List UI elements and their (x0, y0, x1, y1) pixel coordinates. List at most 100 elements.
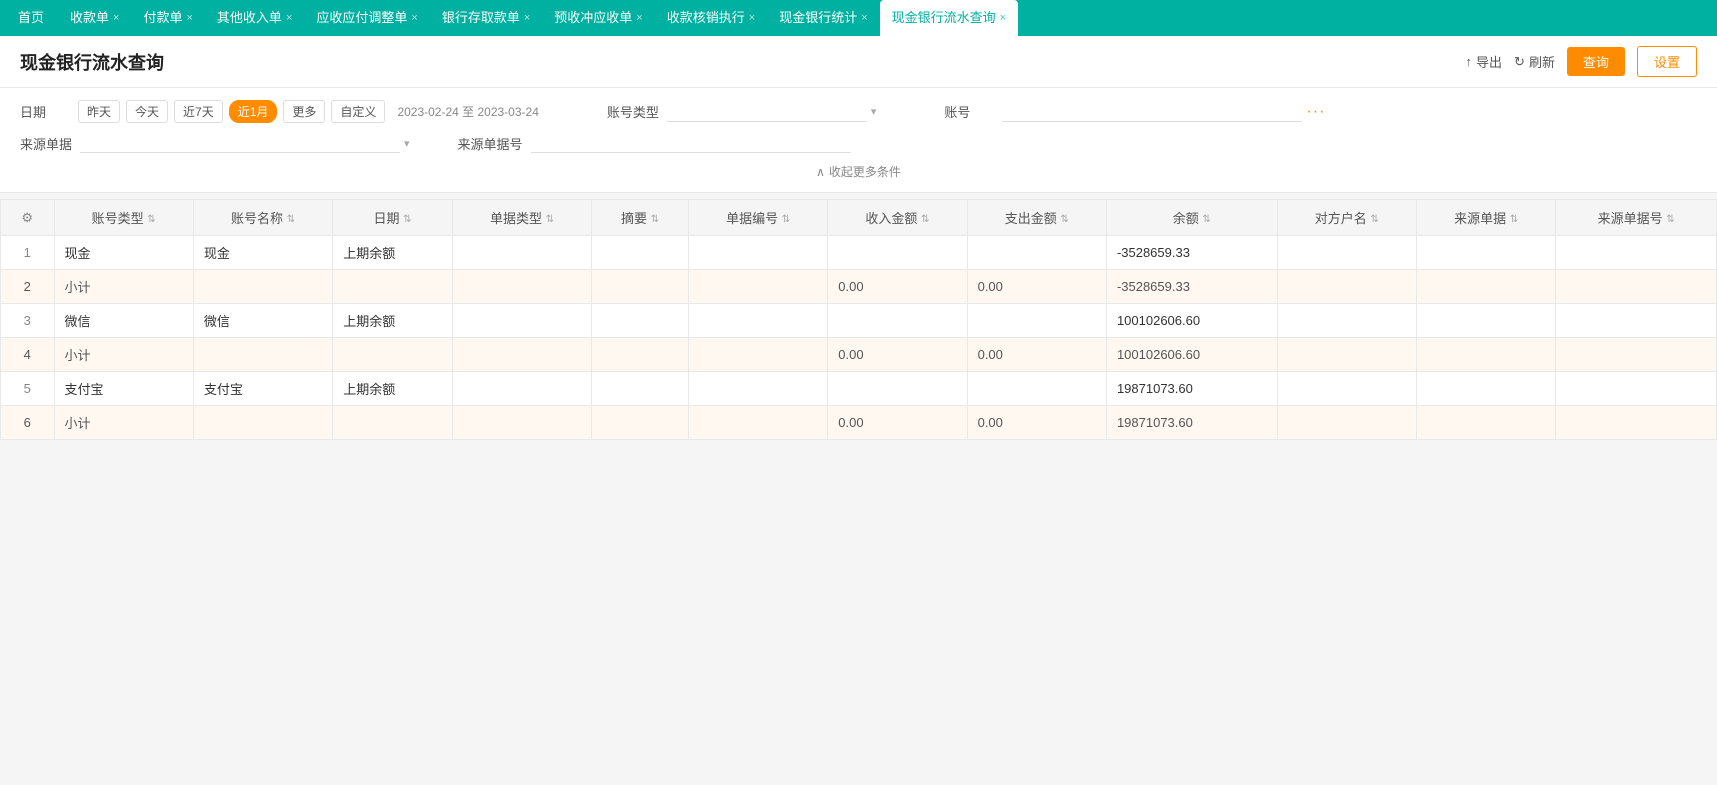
table-cell (688, 338, 827, 372)
table-cell: 小计 (54, 338, 193, 372)
table-cell (592, 406, 689, 440)
table-cell (688, 406, 827, 440)
chevron-down-icon: ▾ (871, 105, 877, 118)
table-cell (828, 372, 967, 406)
th-doc-type[interactable]: 单据类型 ⇅ (452, 200, 591, 236)
source-doc-no-input[interactable] (531, 133, 851, 153)
th-doc-no[interactable]: 单据编号 ⇅ (688, 200, 827, 236)
table-cell (688, 372, 827, 406)
export-icon: ↑ (1466, 54, 1473, 69)
table-cell: 0.00 (828, 338, 967, 372)
table-cell (592, 372, 689, 406)
nav-item-fukuandan[interactable]: 付款单 × (131, 0, 204, 36)
table-row[interactable]: 6小计0.000.0019871073.60 (1, 406, 1717, 440)
th-balance[interactable]: 余额 ⇅ (1106, 200, 1277, 236)
sort-icon: ⇅ (1060, 214, 1068, 225)
table-cell: 6 (1, 406, 55, 440)
source-doc-select[interactable] (80, 133, 400, 153)
account-no-input[interactable] (1002, 102, 1302, 122)
nav-item-xianjinliushui[interactable]: 现金银行流水查询 × (880, 0, 1018, 36)
table-cell (1556, 236, 1717, 270)
table-cell (688, 304, 827, 338)
th-source-doc-no[interactable]: 来源单据号 ⇅ (1556, 200, 1717, 236)
table-cell (452, 406, 591, 440)
th-date[interactable]: 日期 ⇅ (333, 200, 453, 236)
gear-icon[interactable]: ⚙ (21, 210, 33, 225)
date-btn-custom[interactable]: 自定义 (331, 100, 385, 123)
table-row[interactable]: 1现金现金上期余额-3528659.33 (1, 236, 1717, 270)
th-income[interactable]: 收入金额 ⇅ (828, 200, 967, 236)
nav-item-yingshoutiaozheng[interactable]: 应收应付调整单 × (304, 0, 429, 36)
table-cell: 微信 (54, 304, 193, 338)
table-cell: 支付宝 (54, 372, 193, 406)
table-cell (193, 406, 332, 440)
table-cell: 1 (1, 236, 55, 270)
table-cell (1416, 236, 1555, 270)
source-doc-select-wrapper: ▾ (80, 133, 410, 153)
close-icon[interactable]: × (636, 0, 642, 36)
th-expense[interactable]: 支出金额 ⇅ (967, 200, 1106, 236)
sort-icon: ⇅ (921, 214, 929, 225)
chevron-down-icon: ▾ (404, 137, 410, 150)
close-icon[interactable]: × (113, 0, 119, 36)
table-cell (333, 338, 453, 372)
table-cell: 0.00 (967, 270, 1106, 304)
table-cell (1277, 372, 1416, 406)
table-cell: 现金 (54, 236, 193, 270)
settings-button[interactable]: 设置 (1637, 46, 1697, 77)
date-btn-today[interactable]: 今天 (126, 100, 168, 123)
dots-button[interactable]: ··· (1306, 103, 1325, 121)
table-cell (828, 236, 967, 270)
close-icon[interactable]: × (286, 0, 292, 36)
table-row[interactable]: 3微信微信上期余额100102606.60 (1, 304, 1717, 338)
sort-icon: ⇅ (546, 214, 554, 225)
query-button[interactable]: 查询 (1567, 47, 1625, 76)
nav-item-yushouzhonying[interactable]: 预收冲应收单 × (542, 0, 654, 36)
account-type-select[interactable]: 现金 微信 支付宝 (667, 102, 867, 122)
chevron-up-icon: ∧ (816, 165, 825, 179)
table-cell: 小计 (54, 406, 193, 440)
account-type-select-wrapper: 现金 微信 支付宝 ▾ (667, 102, 877, 122)
close-icon[interactable]: × (186, 0, 192, 36)
nav-item-qitashouru[interactable]: 其他收入单 × (205, 0, 304, 36)
data-table-container: ⚙ 账号类型 ⇅ 账号名称 ⇅ 日期 ⇅ 单据类型 ⇅ (0, 199, 1717, 440)
table-cell (452, 304, 591, 338)
nav-item-yinhangcunqu[interactable]: 银行存取款单 × (430, 0, 542, 36)
table-cell: 100102606.60 (1106, 338, 1277, 372)
date-btn-more[interactable]: 更多 (283, 100, 325, 123)
table-cell (1416, 406, 1555, 440)
th-source-doc[interactable]: 来源单据 ⇅ (1416, 200, 1555, 236)
table-cell (1277, 338, 1416, 372)
table-row[interactable]: 2小计0.000.00-3528659.33 (1, 270, 1717, 304)
table-row[interactable]: 5支付宝支付宝上期余额19871073.60 (1, 372, 1717, 406)
close-icon[interactable]: × (861, 0, 867, 36)
date-range-display: 2023-02-24 至 2023-03-24 (397, 103, 538, 120)
date-btn-1month[interactable]: 近1月 (229, 100, 278, 123)
account-no-area: ··· (1002, 102, 1325, 122)
table-cell (1416, 372, 1555, 406)
sort-icon: ⇅ (1666, 214, 1674, 225)
th-counterparty[interactable]: 对方户名 ⇅ (1277, 200, 1416, 236)
sort-icon: ⇅ (287, 214, 295, 225)
date-btn-7days[interactable]: 近7天 (174, 100, 223, 123)
th-summary[interactable]: 摘要 ⇅ (592, 200, 689, 236)
th-account-type[interactable]: 账号类型 ⇅ (54, 200, 193, 236)
close-icon[interactable]: × (1000, 0, 1006, 36)
close-icon[interactable]: × (411, 0, 417, 36)
close-icon[interactable]: × (749, 0, 755, 36)
account-type-label: 账号类型 (607, 102, 659, 121)
nav-home[interactable]: 首页 (4, 0, 58, 36)
close-icon[interactable]: × (524, 0, 530, 36)
collapse-button[interactable]: ∧ 收起更多条件 (20, 163, 1697, 180)
nav-item-shoukuanzhixing[interactable]: 收款核销执行 × (655, 0, 767, 36)
th-account-name[interactable]: 账号名称 ⇅ (193, 200, 332, 236)
nav-item-shoudan[interactable]: 收款单 × (58, 0, 131, 36)
th-gear[interactable]: ⚙ (1, 200, 55, 236)
refresh-button[interactable]: ↻ 刷新 (1514, 52, 1555, 71)
date-btn-yesterday[interactable]: 昨天 (78, 100, 120, 123)
export-button[interactable]: ↑ 导出 (1466, 52, 1503, 71)
table-cell (1556, 406, 1717, 440)
page-title: 现金银行流水查询 (20, 49, 164, 75)
table-row[interactable]: 4小计0.000.00100102606.60 (1, 338, 1717, 372)
nav-item-xianjintongji[interactable]: 现金银行统计 × (767, 0, 879, 36)
